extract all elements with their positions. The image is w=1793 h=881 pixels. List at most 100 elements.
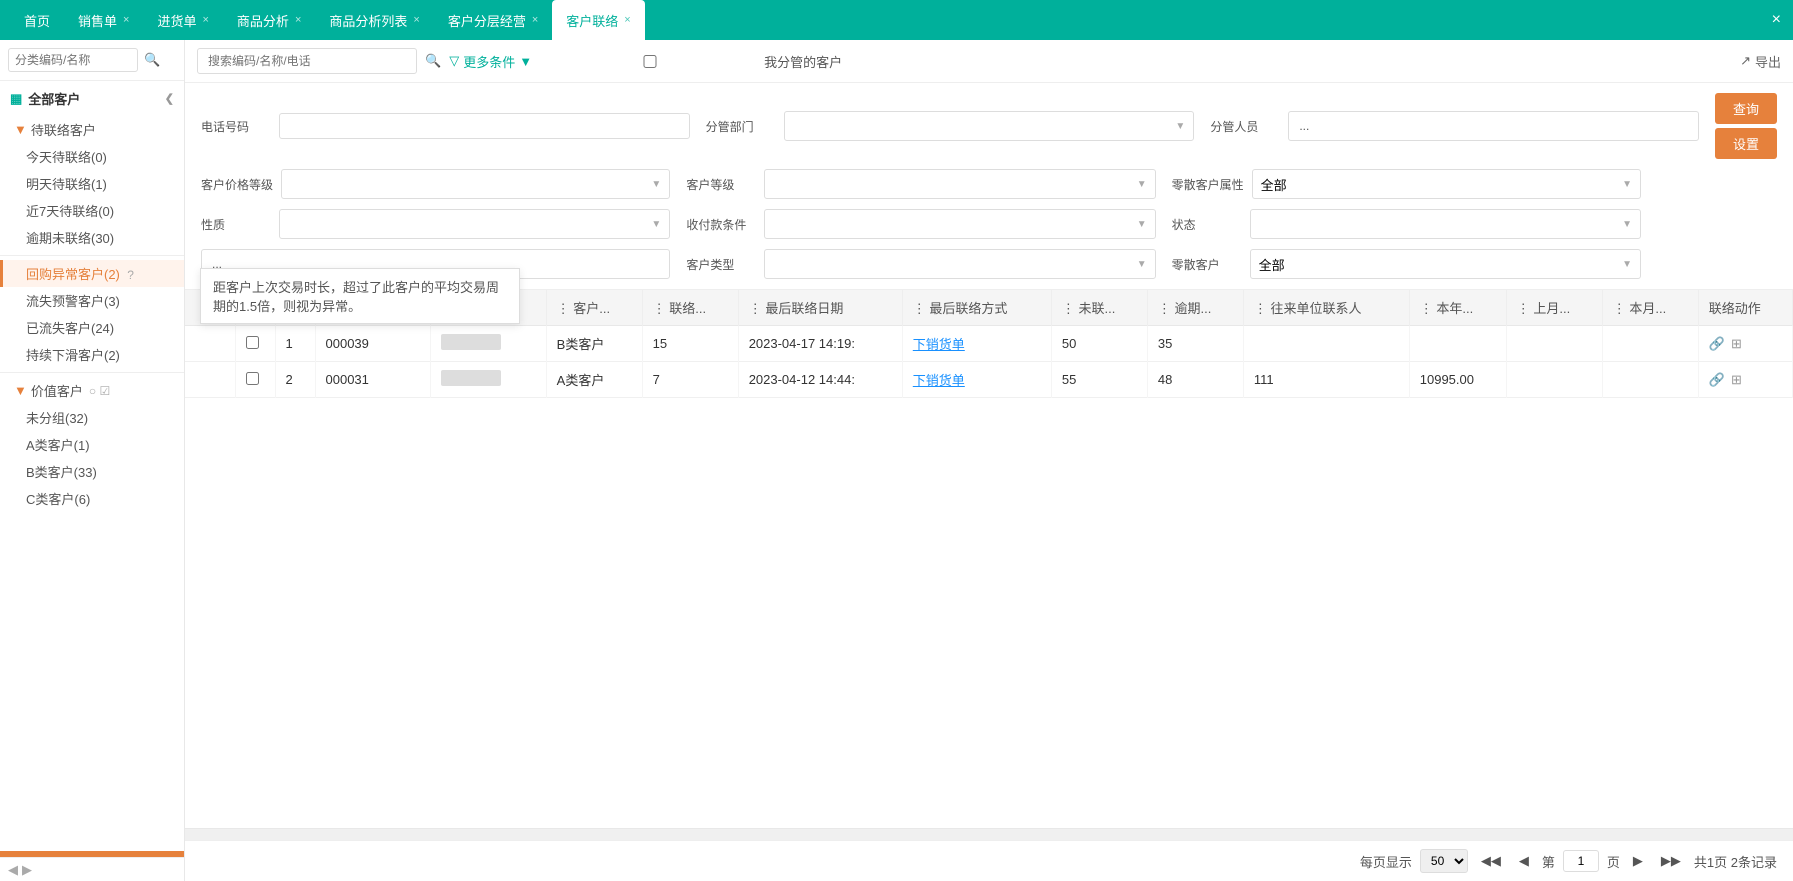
abnormal-info-icon[interactable]: ? <box>127 268 134 282</box>
chevron-dept: ▼ <box>1175 121 1185 132</box>
row2-last-method[interactable]: 下销货单 <box>902 362 1051 398</box>
sidebar-item-class-b[interactable]: B类客户(33) <box>0 458 184 485</box>
scattered-attr-select[interactable]: 全部 ▼ <box>1252 169 1641 199</box>
col-unit-contact[interactable]: ⋮ 往来单位联系人 <box>1243 290 1409 326</box>
edit-icons[interactable]: ○ ☑ <box>89 384 110 398</box>
col-this-year[interactable]: ⋮ 本年... <box>1409 290 1506 326</box>
payment-select[interactable]: ▼ <box>764 209 1155 239</box>
sidebar-item-class-a[interactable]: A类客户(1) <box>0 431 184 458</box>
row1-checkbox-input[interactable] <box>246 336 259 349</box>
sidebar-item-7days[interactable]: 近7天待联络(0) <box>0 197 184 224</box>
col-overdue[interactable]: ⋮ 逾期... <box>1147 290 1243 326</box>
sidebar: 🔍 ▦ 全部客户 ❮ ▼ 待联络客户 今天待联络(0) 明天待联络(1) 近7天… <box>0 40 185 881</box>
row1-checkbox[interactable] <box>235 326 275 362</box>
query-button[interactable]: 查询 <box>1715 93 1777 124</box>
row2-last-date: 2023-04-12 14:44: <box>738 362 902 398</box>
filter-field-price-level: 客户价格等级 ▼ <box>201 169 670 199</box>
tab-sales[interactable]: 销售单 × <box>64 0 143 40</box>
per-page-label: 每页显示 <box>1360 852 1412 871</box>
tab-purchase[interactable]: 进货单 × <box>143 0 222 40</box>
tab-customer-management[interactable]: 客户分层经营 × <box>434 0 552 40</box>
tab-product-analysis-list[interactable]: 商品分析列表 × <box>315 0 433 40</box>
customer-type-select[interactable]: ▼ <box>764 249 1155 279</box>
filter-icon: ▽ <box>449 53 459 69</box>
row2-this-month <box>1602 362 1698 398</box>
sidebar-search-icon[interactable]: 🔍 <box>144 52 160 68</box>
col-last-method[interactable]: ⋮ 最后联络方式 <box>902 290 1051 326</box>
col-type[interactable]: ⋮ 客户... <box>546 290 642 326</box>
sidebar-item-overdue-contact[interactable]: 逾期未联络(30) <box>0 224 184 251</box>
col-not-contacted[interactable]: ⋮ 未联... <box>1051 290 1147 326</box>
tab-home[interactable]: 首页 <box>10 0 64 40</box>
row1-unit-contact <box>1243 326 1409 362</box>
sidebar-nav-next[interactable]: ▶ <box>22 862 32 878</box>
status-select[interactable]: ▼ <box>1250 209 1641 239</box>
dept-select[interactable]: ▼ <box>784 111 1195 141</box>
horizontal-scrollbar[interactable] <box>185 828 1793 840</box>
more-conditions-button[interactable]: ▽ 更多条件 ▼ <box>449 52 532 71</box>
sidebar-item-abnormal[interactable]: 回购异常客户(2) ? <box>0 260 184 287</box>
tab-customer-contact[interactable]: 客户联络 × <box>552 0 644 40</box>
page-next-btn[interactable]: ▶ <box>1628 851 1648 871</box>
close-tab-product-analysis-list[interactable]: × <box>413 14 419 26</box>
sidebar-search-input[interactable] <box>8 48 138 72</box>
page-first-btn[interactable]: ◀◀ <box>1476 851 1506 871</box>
price-level-select[interactable]: ▼ <box>281 169 670 199</box>
sidebar-group-value-customers[interactable]: ▼ 价值客户 ○ ☑ <box>0 377 184 404</box>
per-page-select[interactable]: 50 <box>1420 849 1468 873</box>
sidebar-group-pending-contact[interactable]: ▼ 待联络客户 <box>0 116 184 143</box>
row2-checkbox[interactable] <box>235 362 275 398</box>
nature-select[interactable]: ▼ <box>279 209 670 239</box>
col-this-month[interactable]: ⋮ 本月... <box>1602 290 1698 326</box>
row1-grid-icon[interactable]: ⊞ <box>1731 336 1742 352</box>
content-area: 距客户上次交易时长，超过了此客户的平均交易周期的1.5倍，则视为异常。 🔍 ▽ … <box>185 40 1793 881</box>
my-customers-checkbox[interactable] <box>540 55 760 68</box>
table-row: 2 000031 A类客户 7 2023-04-12 14:44: 下销货单 5… <box>185 362 1793 398</box>
close-tab-customer-management[interactable]: × <box>532 14 538 26</box>
sidebar-all-customers[interactable]: ▦ 全部客户 ❮ <box>0 81 184 116</box>
sidebar-item-churn-warning[interactable]: 流失预警客户(3) <box>0 287 184 314</box>
close-window-button[interactable]: × <box>1772 11 1781 29</box>
sidebar-item-churned[interactable]: 已流失客户(24) <box>0 314 184 341</box>
phone-input[interactable] <box>279 113 690 139</box>
main-search-input[interactable] <box>197 48 417 74</box>
sidebar-item-today[interactable]: 今天待联络(0) <box>0 143 184 170</box>
tab-product-analysis[interactable]: 商品分析 × <box>223 0 315 40</box>
main-search-icon[interactable]: 🔍 <box>425 53 441 69</box>
row2-grid-icon[interactable]: ⊞ <box>1731 372 1742 388</box>
scrollbar-inner <box>185 829 1793 840</box>
setting-button[interactable]: 设置 <box>1715 128 1777 159</box>
divider-2 <box>0 372 184 373</box>
row2-checkbox-input[interactable] <box>246 372 259 385</box>
filter-row-3: 性质 ▼ 收付款条件 ▼ 状态 <box>201 209 1777 239</box>
col-contact[interactable]: ⋮ 联络... <box>642 290 738 326</box>
row1-action: 🔗 ⊞ <box>1698 326 1792 362</box>
close-tab-sales[interactable]: × <box>123 14 129 26</box>
row2-link-icon[interactable]: 🔗 <box>1709 372 1725 388</box>
col-action: 联络动作 <box>1698 290 1792 326</box>
sidebar-nav-prev[interactable]: ◀ <box>8 862 18 878</box>
customer-level-select[interactable]: ▼ <box>764 169 1155 199</box>
close-tab-customer-contact[interactable]: × <box>624 14 630 26</box>
filter-field-scattered-customer: 零散客户 全部 ▼ <box>1172 249 1641 279</box>
person-ellipsis[interactable]: ... <box>1288 111 1699 141</box>
page-last-btn[interactable]: ▶▶ <box>1656 851 1686 871</box>
col-last-month[interactable]: ⋮ 上月... <box>1506 290 1602 326</box>
row1-last-method[interactable]: 下销货单 <box>902 326 1051 362</box>
sidebar-collapse-btn[interactable]: ❮ <box>165 92 174 105</box>
close-tab-purchase[interactable]: × <box>202 14 208 26</box>
row2-last-month <box>1506 362 1602 398</box>
page-prev-btn[interactable]: ◀ <box>1514 851 1534 871</box>
my-customers-checkbox-label[interactable]: 我分管的客户 <box>540 52 842 71</box>
chevron-customer-type: ▼ <box>1137 259 1147 270</box>
page-number-input[interactable] <box>1563 850 1599 872</box>
sidebar-item-ungrouped[interactable]: 未分组(32) <box>0 404 184 431</box>
sidebar-item-declining[interactable]: 持续下滑客户(2) <box>0 341 184 368</box>
col-last-date[interactable]: ⋮ 最后联络日期 <box>738 290 902 326</box>
scattered-customer-select[interactable]: 全部 ▼ <box>1250 249 1641 279</box>
sidebar-item-class-c[interactable]: C类客户(6) <box>0 485 184 512</box>
row1-link-icon[interactable]: 🔗 <box>1709 336 1725 352</box>
export-button[interactable]: ↗ 导出 <box>1740 52 1781 71</box>
close-tab-product-analysis[interactable]: × <box>295 14 301 26</box>
sidebar-item-tomorrow[interactable]: 明天待联络(1) <box>0 170 184 197</box>
